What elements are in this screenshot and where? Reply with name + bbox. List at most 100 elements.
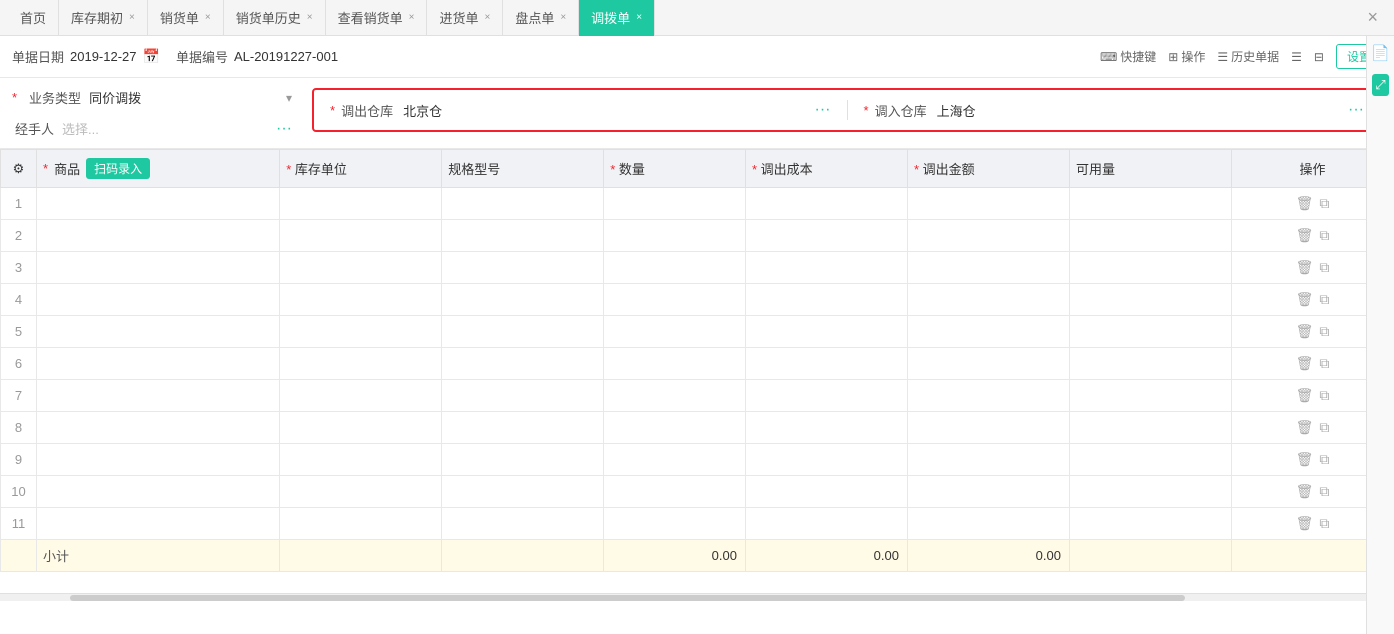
qty-cell[interactable] [604,508,746,540]
copy-row-icon[interactable]: ⧉ [1319,323,1329,340]
cost-cell[interactable] [745,252,907,284]
amount-cell[interactable] [907,284,1069,316]
scrollbar-thumb[interactable] [70,595,1185,601]
qty-cell[interactable] [604,252,746,284]
cost-cell[interactable] [745,508,907,540]
spec-cell[interactable] [442,348,604,380]
calendar-icon[interactable]: 📅 [143,48,160,65]
amount-cell[interactable] [907,476,1069,508]
qty-cell[interactable] [604,284,746,316]
shortcuts-button[interactable]: ⌨ 快捷键 [1100,48,1156,65]
close-all-tabs-button[interactable]: × [1359,7,1386,28]
product-cell[interactable] [37,252,280,284]
transfer-in-value[interactable]: 上海仓 [937,101,976,120]
cost-cell[interactable] [745,316,907,348]
copy-row-icon[interactable]: ⧉ [1319,451,1329,468]
cost-cell[interactable] [745,444,907,476]
transfer-out-more-icon[interactable]: ··· [815,101,831,119]
tab-sales-history[interactable]: 销货单历史 × [224,0,326,36]
delete-row-icon[interactable]: 🗑 [1296,291,1314,308]
handler-value[interactable]: 选择... [62,119,264,138]
product-cell[interactable] [37,444,280,476]
delete-row-icon[interactable]: 🗑 [1296,355,1314,372]
amount-cell[interactable] [907,508,1069,540]
cost-cell[interactable] [745,380,907,412]
unit-cell[interactable] [280,380,442,412]
product-cell[interactable] [37,220,280,252]
spec-cell[interactable] [442,220,604,252]
spec-cell[interactable] [442,252,604,284]
qty-cell[interactable] [604,380,746,412]
copy-row-icon[interactable]: ⧉ [1319,227,1329,244]
copy-row-icon[interactable]: ⧉ [1319,291,1329,308]
unit-cell[interactable] [280,508,442,540]
tab-inventory-init[interactable]: 库存期初 × [59,0,148,36]
product-cell[interactable] [37,508,280,540]
layout-icon-1[interactable]: ☰ [1291,50,1302,64]
qty-cell[interactable] [604,188,746,220]
tab-close-sales-order[interactable]: × [205,12,211,23]
th-gear[interactable]: ⚙ [1,150,37,188]
tab-view-sales[interactable]: 查看销货单 × [326,0,428,36]
spec-cell[interactable] [442,188,604,220]
product-cell[interactable] [37,284,280,316]
copy-row-icon[interactable]: ⧉ [1319,355,1329,372]
amount-cell[interactable] [907,412,1069,444]
spec-cell[interactable] [442,444,604,476]
history-button[interactable]: ☰ 历史单据 [1217,48,1279,65]
tab-home[interactable]: 首页 [8,0,59,36]
cost-cell[interactable] [745,220,907,252]
cost-cell[interactable] [745,476,907,508]
product-cell[interactable] [37,380,280,412]
tab-close-sales-history[interactable]: × [307,12,313,23]
spec-cell[interactable] [442,508,604,540]
unit-cell[interactable] [280,476,442,508]
amount-cell[interactable] [907,348,1069,380]
product-cell[interactable] [37,412,280,444]
amount-cell[interactable] [907,444,1069,476]
business-type-dropdown-icon[interactable]: ▾ [286,91,292,105]
spec-cell[interactable] [442,284,604,316]
operations-button[interactable]: ⊞ 操作 [1168,48,1205,65]
qty-cell[interactable] [604,348,746,380]
spec-cell[interactable] [442,412,604,444]
cost-cell[interactable] [745,412,907,444]
qty-cell[interactable] [604,316,746,348]
delete-row-icon[interactable]: 🗑 [1296,419,1314,436]
spec-cell[interactable] [442,316,604,348]
unit-cell[interactable] [280,348,442,380]
product-cell[interactable] [37,316,280,348]
copy-row-icon[interactable]: ⧉ [1319,259,1329,276]
delete-row-icon[interactable]: 🗑 [1296,515,1314,532]
tab-close-purchase-order[interactable]: × [484,12,490,23]
cost-cell[interactable] [745,188,907,220]
tab-close-inventory-init[interactable]: × [129,12,135,23]
copy-row-icon[interactable]: ⧉ [1319,387,1329,404]
scan-input-button[interactable]: 扫码录入 [86,158,150,179]
unit-cell[interactable] [280,316,442,348]
amount-cell[interactable] [907,252,1069,284]
copy-row-icon[interactable]: ⧉ [1319,195,1329,212]
unit-cell[interactable] [280,444,442,476]
sidebar-expand-icon[interactable]: ⤢ [1372,74,1388,96]
tab-purchase-order[interactable]: 进货单 × [427,0,503,36]
delete-row-icon[interactable]: 🗑 [1296,195,1314,212]
product-cell[interactable] [37,348,280,380]
handler-more-icon[interactable]: ··· [276,120,292,138]
spec-cell[interactable] [442,380,604,412]
qty-cell[interactable] [604,412,746,444]
unit-cell[interactable] [280,284,442,316]
tab-close-transfer-order[interactable]: × [636,12,642,23]
tab-inventory-check[interactable]: 盘点单 × [503,0,579,36]
layout-icon-2[interactable]: ⊟ [1314,50,1324,64]
horizontal-scrollbar[interactable] [0,593,1394,601]
delete-row-icon[interactable]: 🗑 [1296,227,1314,244]
product-cell[interactable] [37,476,280,508]
product-cell[interactable] [37,188,280,220]
amount-cell[interactable] [907,380,1069,412]
unit-cell[interactable] [280,188,442,220]
copy-row-icon[interactable]: ⧉ [1319,515,1329,532]
transfer-out-value[interactable]: 北京仓 [403,101,442,120]
tab-transfer-order[interactable]: 调拨单 × [579,0,655,36]
cost-cell[interactable] [745,284,907,316]
